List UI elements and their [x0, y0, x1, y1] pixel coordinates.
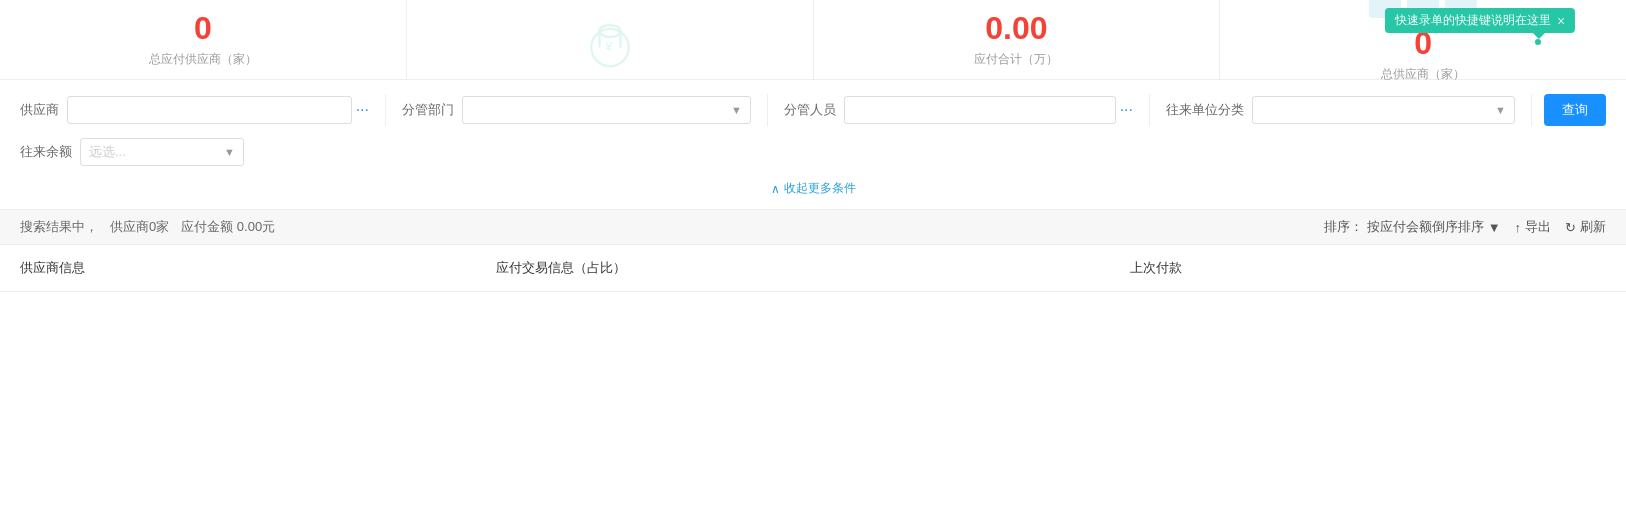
sort-button[interactable]: 排序： 按应付会额倒序排序 ▼	[1324, 218, 1501, 236]
export-button[interactable]: ↑ 导出	[1515, 218, 1552, 236]
person-label: 分管人员	[784, 101, 836, 119]
tooltip-text: 快速录单的快捷键说明在这里	[1395, 12, 1551, 29]
shortcut-tooltip: 快速录单的快捷键说明在这里 ×	[1385, 8, 1575, 33]
table-body	[0, 292, 1626, 515]
filter-supplier: 供应商 ···	[20, 94, 386, 126]
filter-row-1: 供应商 ··· 分管部门 ▼ 分管人员 ··· 往来单位分类 ▼ 查询	[20, 94, 1606, 126]
supplier-count: 供应商0家	[110, 218, 169, 236]
stat-label-suppliers: 总供应商（家）	[1381, 66, 1465, 83]
export-icon: ↑	[1515, 220, 1522, 235]
stat-payable-total: 0.00 应付合计（万）	[814, 0, 1221, 79]
supplier-dots-btn[interactable]: ···	[356, 101, 369, 119]
filter-balance: 往来余额 远选... ▼	[20, 136, 260, 168]
col-header-supplier: 供应商信息	[20, 259, 496, 277]
export-label: 导出	[1525, 218, 1551, 236]
collapse-label: 收起更多条件	[784, 180, 856, 197]
stat-number-total: 0.00	[985, 11, 1047, 46]
supplier-input[interactable]	[67, 96, 352, 124]
logo-icon: ¥	[580, 10, 640, 70]
department-select[interactable]: ▼	[462, 96, 751, 124]
search-button[interactable]: 查询	[1544, 94, 1606, 126]
filter-unit-category: 往来单位分类 ▼	[1150, 94, 1532, 126]
stats-bar: 0 总应付供应商（家） ¥ 0.00 应付合计（万） 快速录单的快捷键说明在这里…	[0, 0, 1626, 80]
sort-value: 按应付会额倒序排序	[1367, 218, 1484, 236]
collapse-btn[interactable]: ∧ 收起更多条件	[771, 180, 856, 197]
refresh-icon: ↻	[1565, 220, 1576, 235]
filter-section: 供应商 ··· 分管部门 ▼ 分管人员 ··· 往来单位分类 ▼ 查询	[0, 80, 1626, 210]
balance-placeholder: 远选...	[89, 143, 126, 161]
result-bar: 搜索结果中， 供应商0家 应付金额 0.00元 排序： 按应付会额倒序排序 ▼ …	[0, 210, 1626, 245]
person-dots-btn[interactable]: ···	[1120, 101, 1133, 119]
sort-arrow-icon: ▼	[1488, 220, 1501, 235]
filter-department: 分管部门 ▼	[386, 94, 768, 126]
stat-total-suppliers-block: 快速录单的快捷键说明在这里 × 0 总供应商（家）	[1220, 0, 1626, 79]
balance-select[interactable]: 远选... ▼	[80, 138, 244, 166]
balance-arrow-icon: ▼	[224, 146, 235, 158]
refresh-button[interactable]: ↻ 刷新	[1565, 218, 1606, 236]
stat-number-payable: 0	[194, 11, 212, 46]
logo-block: ¥	[407, 0, 814, 79]
supplier-label: 供应商	[20, 101, 59, 119]
stat-label-payable: 总应付供应商（家）	[149, 51, 257, 68]
balance-label: 往来余额	[20, 143, 72, 161]
filter-person: 分管人员 ···	[768, 94, 1150, 126]
stat-total-payable-suppliers: 0 总应付供应商（家）	[0, 0, 407, 79]
result-actions: 排序： 按应付会额倒序排序 ▼ ↑ 导出 ↻ 刷新	[1324, 218, 1606, 236]
refresh-label: 刷新	[1580, 218, 1606, 236]
unit-category-select[interactable]: ▼	[1252, 96, 1515, 124]
filter-row-2: 往来余额 远选... ▼	[20, 136, 1606, 168]
search-result-label: 搜索结果中，	[20, 218, 98, 236]
table-header: 供应商信息 应付交易信息（占比） 上次付款	[0, 245, 1626, 292]
col-header-last-payment: 上次付款	[1130, 259, 1606, 277]
svg-text:¥: ¥	[604, 40, 612, 54]
payable-amount: 应付金额 0.00元	[181, 218, 275, 236]
stat-label-total: 应付合计（万）	[974, 51, 1058, 68]
collapse-chevron-icon: ∧	[771, 182, 780, 196]
unit-category-label: 往来单位分类	[1166, 101, 1244, 119]
department-arrow-icon: ▼	[731, 104, 742, 116]
sort-label: 排序：	[1324, 218, 1363, 236]
person-input[interactable]	[844, 96, 1116, 124]
department-label: 分管部门	[402, 101, 454, 119]
unit-category-arrow-icon: ▼	[1495, 104, 1506, 116]
result-info: 搜索结果中， 供应商0家 应付金额 0.00元	[20, 218, 275, 236]
tooltip-close-btn[interactable]: ×	[1557, 13, 1565, 29]
tooltip-dot	[1533, 37, 1543, 47]
col-header-transaction: 应付交易信息（占比）	[496, 259, 1130, 277]
collapse-row: ∧ 收起更多条件	[20, 176, 1606, 199]
